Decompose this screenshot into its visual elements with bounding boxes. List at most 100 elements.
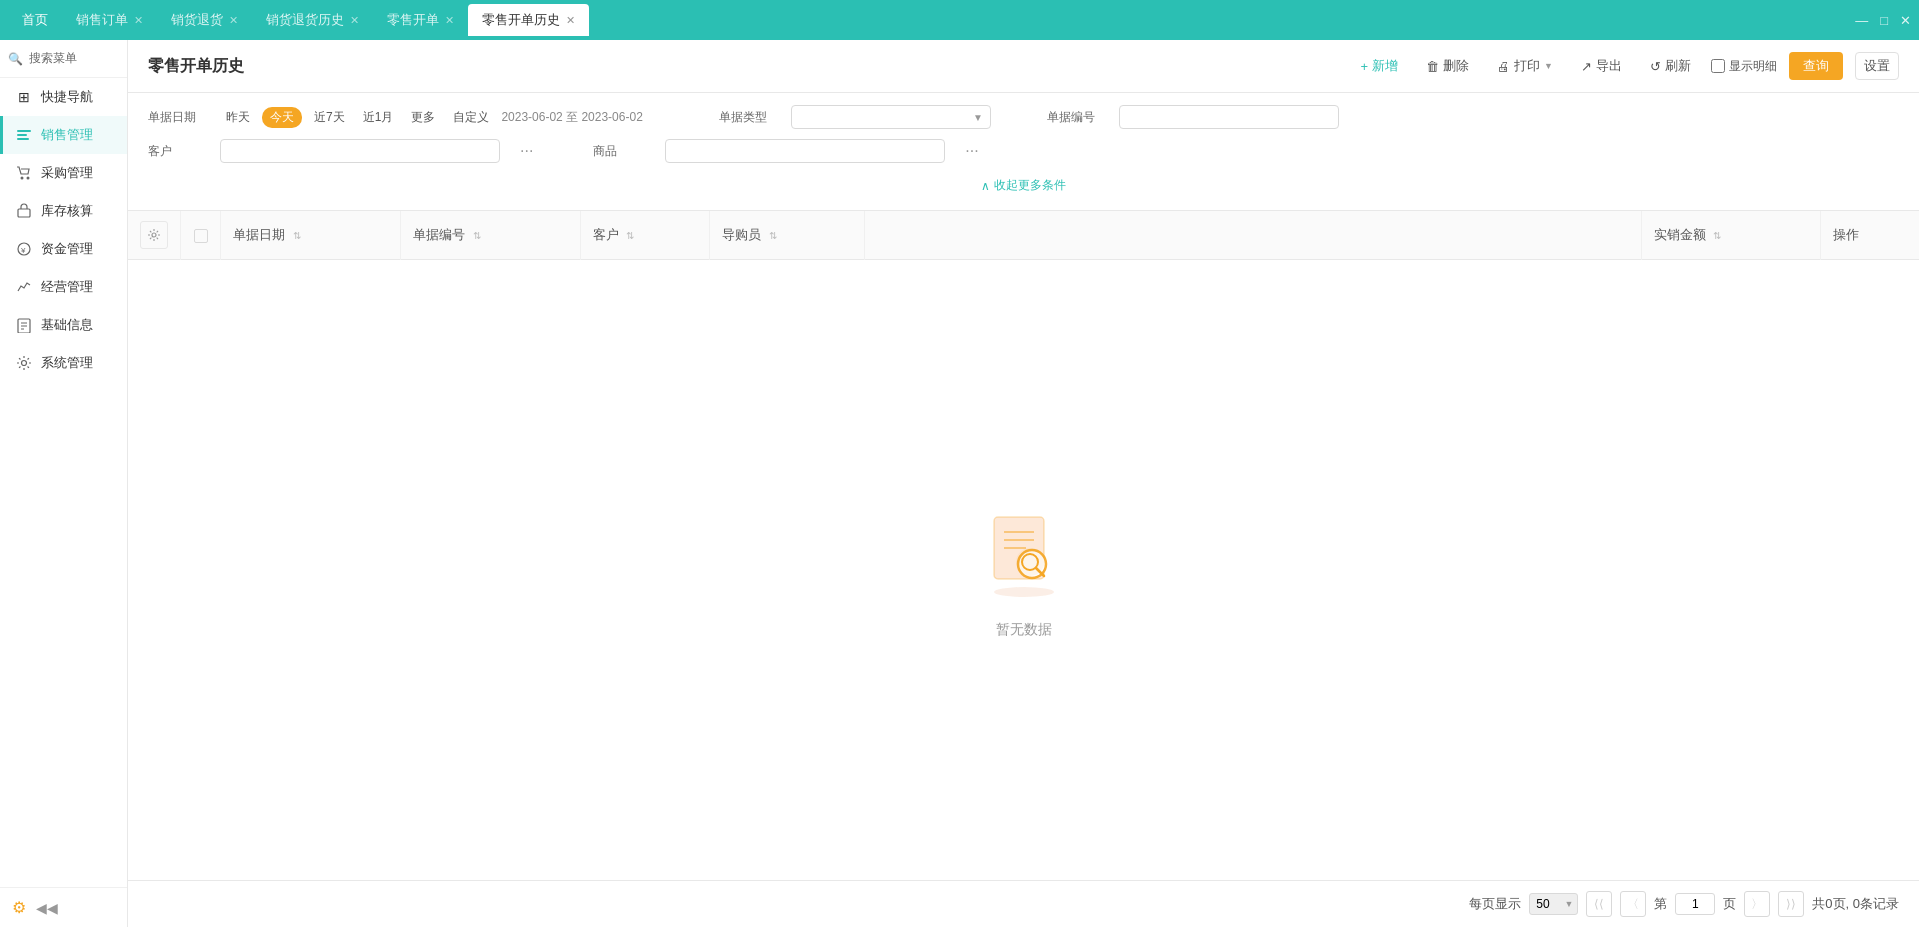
print-chevron-icon: ▼ bbox=[1544, 61, 1553, 71]
svg-rect-1 bbox=[17, 134, 27, 136]
svg-rect-0 bbox=[17, 130, 31, 132]
display-cols-checkbox[interactable] bbox=[1711, 59, 1725, 73]
header-checkbox[interactable] bbox=[194, 229, 208, 243]
svg-rect-2 bbox=[17, 138, 29, 140]
tab-retail-open-close[interactable]: ✕ bbox=[445, 14, 454, 27]
svg-point-13 bbox=[152, 233, 156, 237]
sidebar-collapse-icon[interactable]: ◀◀ bbox=[36, 900, 58, 916]
refresh-icon: ↺ bbox=[1650, 59, 1661, 74]
tab-sales-return-history-close[interactable]: ✕ bbox=[350, 14, 359, 27]
th-date-sort-icon[interactable]: ⇅ bbox=[293, 230, 301, 241]
add-button[interactable]: + 新增 bbox=[1352, 53, 1406, 79]
page-label-pre: 第 bbox=[1654, 895, 1667, 913]
tab-retail-open[interactable]: 零售开单 ✕ bbox=[373, 4, 468, 36]
print-icon: 🖨 bbox=[1497, 59, 1510, 74]
page-next-btn[interactable]: 〉 bbox=[1744, 891, 1770, 917]
system-icon bbox=[15, 354, 33, 372]
th-guide-sort-icon[interactable]: ⇅ bbox=[769, 230, 777, 241]
sidebar-item-sales-mgmt[interactable]: 销售管理 bbox=[0, 116, 127, 154]
sidebar-item-inventory[interactable]: 库存核算 bbox=[0, 192, 127, 230]
svg-point-12 bbox=[22, 361, 27, 366]
display-toggle[interactable]: 显示明细 bbox=[1711, 58, 1777, 75]
table-header-row: 单据日期 ⇅ 单据编号 ⇅ 客户 ⇅ 导购员 ⇅ bbox=[128, 211, 1919, 260]
date-btn-more[interactable]: 更多 bbox=[405, 107, 441, 128]
print-button[interactable]: 🖨 打印 ▼ bbox=[1489, 53, 1561, 79]
table-settings-icon[interactable] bbox=[140, 221, 168, 249]
sidebar-item-operations[interactable]: 经营管理 bbox=[0, 268, 127, 306]
th-amount-sort-icon[interactable]: ⇅ bbox=[1713, 230, 1721, 241]
sidebar-item-system[interactable]: 系统管理 bbox=[0, 344, 127, 382]
sidebar-item-operations-label: 经营管理 bbox=[41, 278, 93, 296]
sidebar-item-basic-info[interactable]: 基础信息 bbox=[0, 306, 127, 344]
basic-info-icon bbox=[15, 316, 33, 334]
sales-mgmt-icon bbox=[15, 126, 33, 144]
th-checkbox bbox=[181, 211, 221, 260]
page-prev-btn[interactable]: 〈 bbox=[1620, 891, 1646, 917]
delete-icon: 🗑 bbox=[1426, 59, 1439, 74]
sidebar-search[interactable]: 🔍 搜索菜单 bbox=[0, 40, 127, 78]
window-minimize-btn[interactable]: — bbox=[1855, 13, 1868, 28]
query-button[interactable]: 查询 bbox=[1789, 52, 1843, 80]
doc-no-label: 单据编号 bbox=[1047, 109, 1103, 126]
customer-dots[interactable]: ··· bbox=[516, 142, 537, 160]
add-icon: + bbox=[1360, 59, 1368, 74]
main-layout: 🔍 搜索菜单 ⊞ 快捷导航 销售管理 采购管理 库存核算 bbox=[0, 40, 1919, 927]
tab-sales-order-close[interactable]: ✕ bbox=[134, 14, 143, 27]
doc-type-label: 单据类型 bbox=[719, 109, 775, 126]
sidebar-footer: ⚙ ◀◀ bbox=[0, 887, 127, 927]
delete-label: 删除 bbox=[1443, 57, 1469, 75]
customer-input[interactable] bbox=[220, 139, 500, 163]
doc-no-input[interactable] bbox=[1119, 105, 1339, 129]
empty-text: 暂无数据 bbox=[996, 621, 1052, 639]
page-last-btn[interactable]: ⟩⟩ bbox=[1778, 891, 1804, 917]
tab-sales-return[interactable]: 销货退货 ✕ bbox=[157, 4, 252, 36]
page-size-select[interactable]: 10 20 50 100 bbox=[1529, 893, 1578, 915]
refresh-label: 刷新 bbox=[1665, 57, 1691, 75]
product-label: 商品 bbox=[593, 143, 649, 160]
product-dots[interactable]: ··· bbox=[961, 142, 982, 160]
date-btn-custom[interactable]: 自定义 bbox=[447, 107, 495, 128]
tab-home[interactable]: 首页 bbox=[8, 4, 62, 36]
date-btn-last7[interactable]: 近7天 bbox=[308, 107, 351, 128]
page-first-btn[interactable]: ⟨⟨ bbox=[1586, 891, 1612, 917]
tab-sales-return-close[interactable]: ✕ bbox=[229, 14, 238, 27]
th-amount: 实销金额 ⇅ bbox=[1641, 211, 1821, 260]
page-input[interactable]: 1 bbox=[1675, 893, 1715, 915]
doc-type-select[interactable] bbox=[791, 105, 991, 129]
th-no-sort-icon[interactable]: ⇅ bbox=[473, 230, 481, 241]
tab-sales-order[interactable]: 销售订单 ✕ bbox=[62, 4, 157, 36]
refresh-button[interactable]: ↺ 刷新 bbox=[1642, 53, 1699, 79]
data-table: 单据日期 ⇅ 单据编号 ⇅ 客户 ⇅ 导购员 ⇅ bbox=[128, 211, 1919, 260]
delete-button[interactable]: 🗑 删除 bbox=[1418, 53, 1477, 79]
date-shortcuts: 昨天 今天 近7天 近1月 更多 自定义 2023-06-02 至 2023-0… bbox=[220, 107, 643, 128]
th-customer-sort-icon[interactable]: ⇅ bbox=[626, 230, 634, 241]
tab-bar-right: — □ ✕ bbox=[1855, 13, 1911, 28]
date-btn-today[interactable]: 今天 bbox=[262, 107, 302, 128]
product-input[interactable] bbox=[665, 139, 945, 163]
filter-collapse[interactable]: ∧ 收起更多条件 bbox=[148, 173, 1899, 198]
tab-home-label: 首页 bbox=[22, 11, 48, 29]
th-settings bbox=[128, 211, 181, 260]
sidebar-item-quick-nav[interactable]: ⊞ 快捷导航 bbox=[0, 78, 127, 116]
tab-retail-open-history[interactable]: 零售开单历史 ✕ bbox=[468, 4, 589, 36]
date-label: 单据日期 bbox=[148, 109, 204, 126]
window-close-btn[interactable]: ✕ bbox=[1900, 13, 1911, 28]
print-label: 打印 bbox=[1514, 57, 1540, 75]
date-btn-last1m[interactable]: 近1月 bbox=[357, 107, 400, 128]
date-btn-yesterday[interactable]: 昨天 bbox=[220, 107, 256, 128]
sidebar-item-finance[interactable]: ¥ 资金管理 bbox=[0, 230, 127, 268]
tab-sales-return-history[interactable]: 销货退货历史 ✕ bbox=[252, 4, 373, 36]
settings-button[interactable]: 设置 bbox=[1855, 52, 1899, 80]
th-guide-label: 导购员 bbox=[722, 227, 761, 242]
table-wrapper: 单据日期 ⇅ 单据编号 ⇅ 客户 ⇅ 导购员 ⇅ bbox=[128, 211, 1919, 880]
sidebar-settings-icon[interactable]: ⚙ bbox=[12, 898, 26, 917]
finance-icon: ¥ bbox=[15, 240, 33, 258]
tab-retail-open-label: 零售开单 bbox=[387, 11, 439, 29]
export-button[interactable]: ↗ 导出 bbox=[1573, 53, 1630, 79]
window-maximize-btn[interactable]: □ bbox=[1880, 13, 1888, 28]
sidebar-item-purchase-mgmt[interactable]: 采购管理 bbox=[0, 154, 127, 192]
th-no-label: 单据编号 bbox=[413, 227, 465, 242]
tab-retail-open-history-close[interactable]: ✕ bbox=[566, 14, 575, 27]
sidebar: 🔍 搜索菜单 ⊞ 快捷导航 销售管理 采购管理 库存核算 bbox=[0, 40, 128, 927]
doc-type-select-wrap: ▼ bbox=[791, 105, 991, 129]
